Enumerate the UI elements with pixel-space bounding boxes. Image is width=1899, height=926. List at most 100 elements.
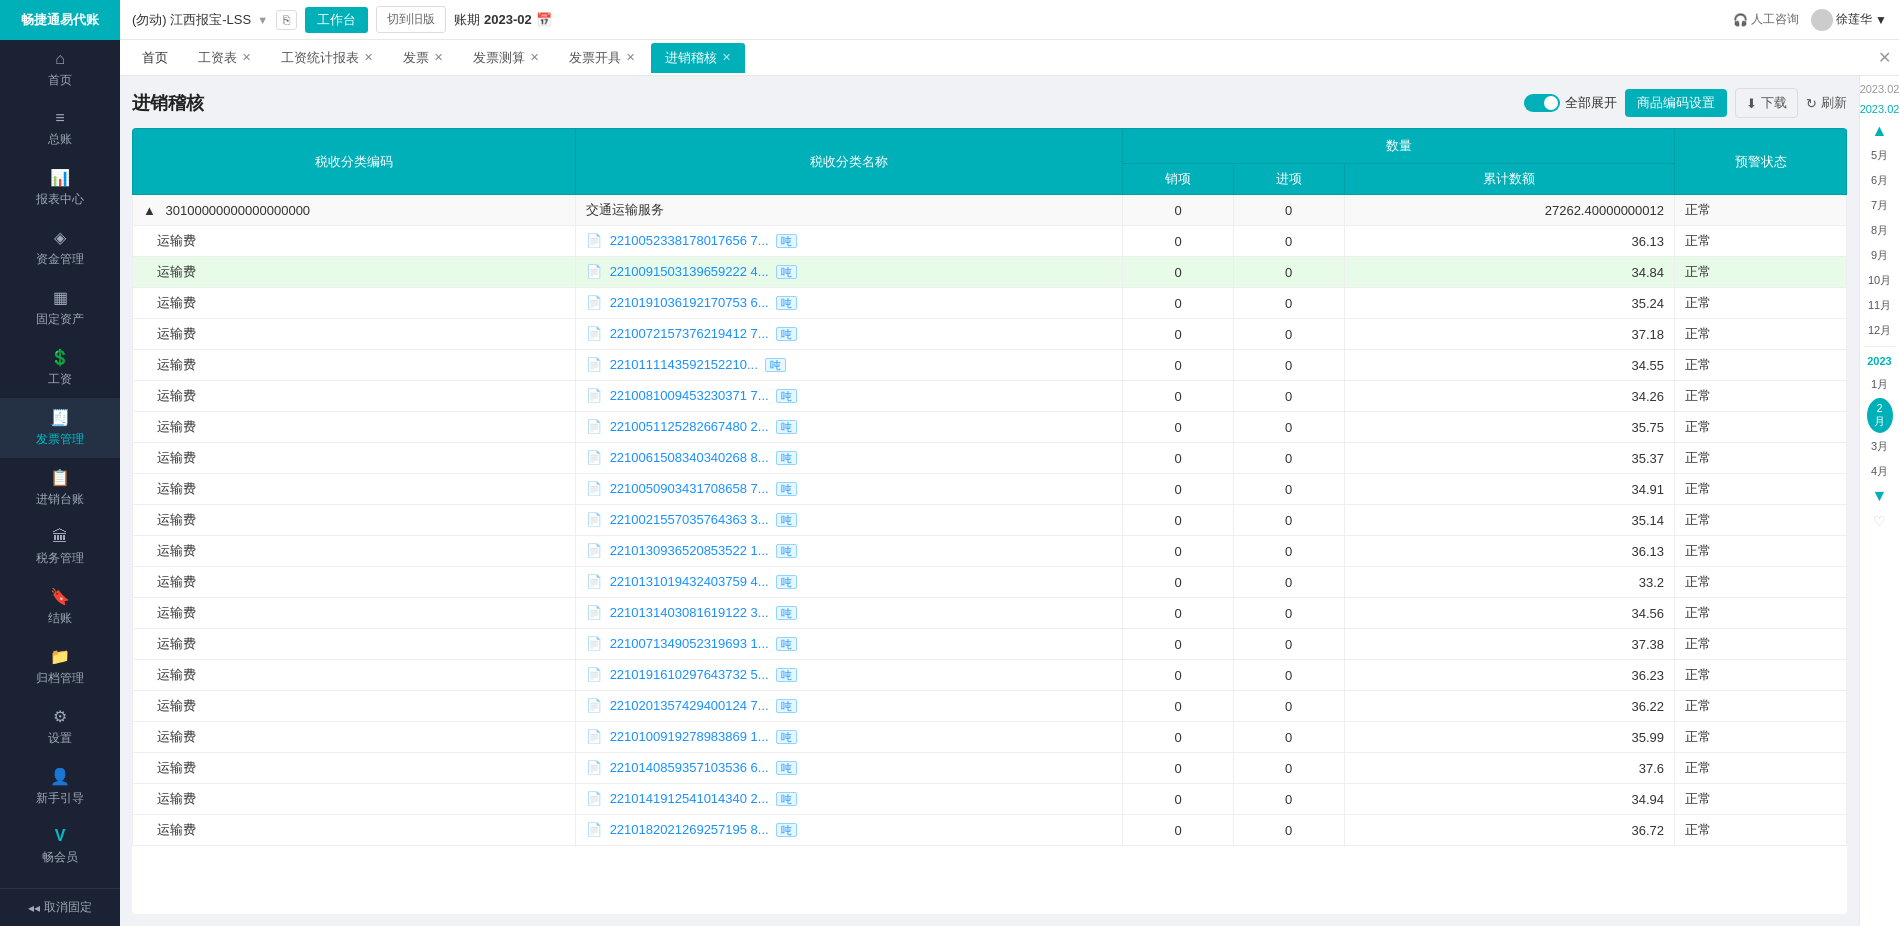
- sidebar-item-salary[interactable]: 💲 工资: [0, 338, 120, 398]
- row-cumulative-7: 35.37: [1344, 443, 1674, 474]
- sidebar-item-member[interactable]: V 畅会员: [0, 817, 120, 876]
- table-row: 运输费 📄 2210131403081619122 3... 吨 0 0 34.…: [133, 598, 1847, 629]
- tab-invoice-calc-close-icon[interactable]: ✕: [530, 51, 539, 64]
- month-4[interactable]: 4月: [1860, 460, 1899, 483]
- tab-invoice-open[interactable]: 发票开具 ✕: [555, 43, 649, 73]
- sidebar-item-invoice-mgmt[interactable]: 🧾 发票管理: [0, 398, 120, 458]
- month-8[interactable]: 8月: [1860, 219, 1899, 242]
- row-status-7: 正常: [1675, 443, 1847, 474]
- user-profile[interactable]: 徐莲华 ▼: [1811, 9, 1887, 31]
- tab-sales-check-label: 进销稽核: [665, 49, 717, 67]
- topbar-right: 🎧 人工咨询 徐莲华 ▼: [1733, 9, 1887, 31]
- company-selector[interactable]: (勿动) 江西报宝-LSS ▼: [132, 11, 268, 29]
- toggle-all-control[interactable]: 全部展开: [1524, 94, 1617, 112]
- tab-invoice-label: 发票: [403, 49, 429, 67]
- row-status-3: 正常: [1675, 319, 1847, 350]
- tab-invoice-calc[interactable]: 发票测算 ✕: [459, 43, 553, 73]
- download-button[interactable]: ⬇ 下载: [1735, 88, 1798, 118]
- sidebar-item-reports[interactable]: 📊 报表中心: [0, 158, 120, 218]
- row-name-6: 运输费: [133, 412, 576, 443]
- row-name-7: 运输费: [133, 443, 576, 474]
- sidebar-item-fixed[interactable]: ▦ 固定资产: [0, 278, 120, 338]
- table-row: 运输费 📄 2210130936520853522 1... 吨 0 0 36.…: [133, 536, 1847, 567]
- tab-salary-close-icon[interactable]: ✕: [242, 51, 251, 64]
- section-purchase: 0: [1233, 195, 1344, 226]
- month-11[interactable]: 11月: [1860, 294, 1899, 317]
- tab-sales-check[interactable]: 进销稽核 ✕: [651, 43, 745, 73]
- row-cumulative-12: 34.56: [1344, 598, 1674, 629]
- month-7[interactable]: 7月: [1860, 194, 1899, 217]
- sidebar-item-guide[interactable]: 👤 新手引导: [0, 757, 120, 817]
- year-2023[interactable]: 2023: [1860, 351, 1899, 371]
- month-5[interactable]: 5月: [1860, 144, 1899, 167]
- month-12[interactable]: 12月: [1860, 319, 1899, 342]
- sidebar-item-ledger[interactable]: ≡ 总账: [0, 99, 120, 158]
- tab-salary-report-close-icon[interactable]: ✕: [364, 51, 373, 64]
- sidebar-item-tax[interactable]: 🏛 税务管理: [0, 518, 120, 577]
- period-calendar-icon[interactable]: 📅: [536, 12, 552, 27]
- tab-close-all[interactable]: ✕: [1878, 48, 1891, 67]
- row-name-4: 运输费: [133, 350, 576, 381]
- row-cumulative-0: 36.13: [1344, 226, 1674, 257]
- tab-invoice-open-close-icon[interactable]: ✕: [626, 51, 635, 64]
- unit-badge-7: 吨: [776, 451, 797, 465]
- sidebar-item-settlement[interactable]: 🔖 结账: [0, 577, 120, 637]
- tab-invoice-close-icon[interactable]: ✕: [434, 51, 443, 64]
- tab-sales-check-close-icon[interactable]: ✕: [722, 51, 731, 64]
- attachment-icon-11: 📄: [586, 574, 602, 589]
- attachment-icon-2: 📄: [586, 295, 602, 310]
- sidebar-item-label: 税务管理: [36, 550, 84, 567]
- refresh-label: 刷新: [1821, 94, 1847, 112]
- unit-badge-5: 吨: [776, 389, 797, 403]
- row-status-10: 正常: [1675, 536, 1847, 567]
- month-9[interactable]: 9月: [1860, 244, 1899, 267]
- month-2-active[interactable]: 2月: [1867, 398, 1893, 433]
- customer-service[interactable]: 🎧 人工咨询: [1733, 11, 1799, 28]
- expand-icon[interactable]: ▲: [143, 203, 156, 218]
- sidebar-item-settings[interactable]: ⚙ 设置: [0, 697, 120, 757]
- row-sales-16: 0: [1123, 722, 1234, 753]
- product-setting-button[interactable]: 商品编码设置: [1625, 89, 1727, 117]
- row-cumulative-10: 36.13: [1344, 536, 1674, 567]
- refresh-button[interactable]: ↻ 刷新: [1806, 94, 1847, 112]
- row-sales-5: 0: [1123, 381, 1234, 412]
- sidebar-item-label: 归档管理: [36, 670, 84, 687]
- row-code-0: 📄 2210052338178017656 7... 吨: [576, 226, 1123, 257]
- right-panel-year-2: 2023.02: [1858, 100, 1899, 118]
- row-code-5: 📄 2210081009453230371 7... 吨: [576, 381, 1123, 412]
- sidebar-item-home[interactable]: ⌂ 首页: [0, 40, 120, 99]
- month-6[interactable]: 6月: [1860, 169, 1899, 192]
- unpin-sidebar[interactable]: ◂◂ 取消固定: [0, 888, 120, 926]
- row-cumulative-1: 34.84: [1344, 257, 1674, 288]
- sidebar-item-label: 首页: [48, 72, 72, 89]
- tab-invoice[interactable]: 发票 ✕: [389, 43, 457, 73]
- sidebar-item-archive[interactable]: 📁 归档管理: [0, 637, 120, 697]
- sidebar-item-label: 工资: [48, 371, 72, 388]
- switch-version-button[interactable]: 切到旧版: [376, 6, 446, 33]
- month-1[interactable]: 1月: [1860, 373, 1899, 396]
- month-3[interactable]: 3月: [1860, 435, 1899, 458]
- sidebar-item-funds[interactable]: ◈ 资金管理: [0, 218, 120, 278]
- table-row: 运输费 📄 2210201357429400124 7... 吨 0 0 36.…: [133, 691, 1847, 722]
- tab-salary[interactable]: 工资表 ✕: [184, 43, 265, 73]
- row-name-15: 运输费: [133, 691, 576, 722]
- row-purchase-3: 0: [1233, 319, 1344, 350]
- attachment-icon-0: 📄: [586, 233, 602, 248]
- copy-button[interactable]: ⎘: [276, 10, 297, 30]
- sidebar-item-sales-ledger[interactable]: 📋 进销台账: [0, 458, 120, 518]
- scroll-down-button[interactable]: ▼: [1870, 485, 1890, 507]
- row-status-19: 正常: [1675, 815, 1847, 846]
- user-avatar: [1811, 9, 1833, 31]
- tab-home[interactable]: 首页: [128, 43, 182, 73]
- row-status-11: 正常: [1675, 567, 1847, 598]
- row-sales-18: 0: [1123, 784, 1234, 815]
- col-sales: 销项: [1123, 164, 1234, 195]
- month-10[interactable]: 10月: [1860, 269, 1899, 292]
- table-row: 运输费 📄 2210182021269257195 8... 吨 0 0 36.…: [133, 815, 1847, 846]
- workspace-button[interactable]: 工作台: [305, 7, 368, 33]
- tab-salary-report[interactable]: 工资统计报表 ✕: [267, 43, 387, 73]
- sidebar-item-label: 固定资产: [36, 311, 84, 328]
- toggle-all-switch[interactable]: [1524, 94, 1560, 112]
- table-row: 运输费 📄 2210051125282667480 2... 吨 0 0 35.…: [133, 412, 1847, 443]
- scroll-up-button[interactable]: ▲: [1870, 120, 1890, 142]
